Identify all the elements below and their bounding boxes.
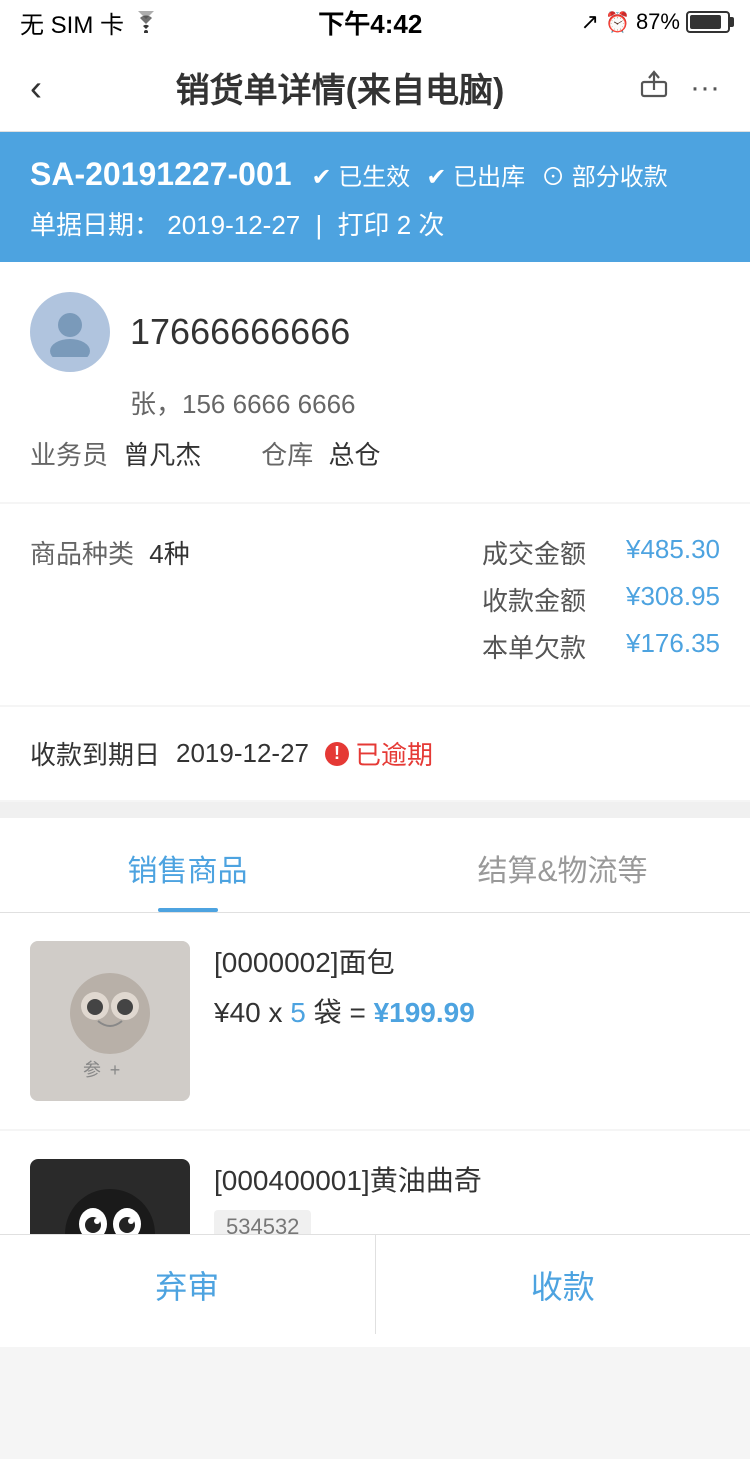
location-icon: ↗ <box>581 9 599 35</box>
alarm-icon: ⏰ <box>605 10 630 35</box>
page-title: 销货单详情(来自电脑) <box>176 63 505 112</box>
order-header: SA-20191227-001 ✔ 已生效 ✔ 已出库 ⊙ 部分收款 单据日期：… <box>0 132 750 262</box>
staff-info: 业务员 曾凡杰 <box>30 435 201 472</box>
customer-section: 17666666666 张，156 6666 6666 业务员 曾凡杰 仓库 总… <box>0 262 750 502</box>
amount-stats: 成交金额 ¥485.30 收款金额 ¥308.95 本单欠款 ¥176.35 <box>482 534 720 675</box>
cancel-button[interactable]: 弃审 <box>0 1235 376 1334</box>
back-button[interactable]: ‹ <box>30 67 42 109</box>
section-divider <box>0 802 750 818</box>
customer-phone: 17666666666 <box>130 311 350 353</box>
product-code-bread: [0000002]面包 <box>214 941 720 981</box>
wifi-icon <box>132 11 160 33</box>
product-price-bread: ¥40 x 5 袋 = ¥199.99 <box>214 991 720 1031</box>
confirm-button[interactable]: 收款 <box>376 1235 750 1334</box>
badge-shipped: ✔ 已出库 <box>426 157 525 192</box>
order-id: SA-20191227-001 <box>30 156 292 193</box>
overdue-badge: ! 已逾期 <box>325 735 433 772</box>
status-right: ↗ ⏰ 87% <box>581 9 730 35</box>
share-button[interactable] <box>638 68 670 108</box>
nav-actions: ··· <box>638 68 720 108</box>
deal-amount-row: 成交金额 ¥485.30 <box>482 534 720 571</box>
customer-meta: 业务员 曾凡杰 仓库 总仓 <box>30 435 720 472</box>
svg-text:+: + <box>110 1060 121 1080</box>
overdue-icon: ! <box>325 742 349 766</box>
received-row: 收款金额 ¥308.95 <box>482 581 720 618</box>
debt-amount: ¥176.35 <box>626 628 720 665</box>
debt-row: 本单欠款 ¥176.35 <box>482 628 720 665</box>
tab-settlement[interactable]: 结算&物流等 <box>375 818 750 912</box>
product-image-bread: 参 + <box>30 941 190 1101</box>
order-badges: ✔ 已生效 ✔ 已出库 ⊙ 部分收款 <box>312 157 668 192</box>
status-carrier: 无 SIM 卡 <box>20 5 160 40</box>
battery-icon <box>686 11 730 33</box>
deal-amount: ¥485.30 <box>626 534 720 571</box>
customer-name: 张，156 6666 6666 <box>130 384 720 421</box>
status-time: 下午4:42 <box>318 4 422 41</box>
status-bar: 无 SIM 卡 下午4:42 ↗ ⏰ 87% <box>0 0 750 44</box>
badge-effective: ✔ 已生效 <box>312 157 411 192</box>
stats-section: 商品种类 4种 成交金额 ¥485.30 收款金额 ¥308.95 本单欠款 ¥… <box>0 504 750 705</box>
battery-percent: 87% <box>636 9 680 35</box>
more-button[interactable]: ··· <box>690 71 720 105</box>
svg-text:参: 参 <box>83 1060 101 1080</box>
tab-sales-products[interactable]: 销售商品 <box>0 818 375 912</box>
received-amount: ¥308.95 <box>626 581 720 618</box>
due-section: 收款到期日 2019-12-27 ! 已逾期 <box>0 707 750 800</box>
list-item: 参 + [0000002]面包 ¥40 x 5 袋 = ¥199.99 <box>0 913 750 1129</box>
bottom-bar: 弃审 收款 <box>0 1234 750 1334</box>
order-date: 单据日期： 2019-12-27 | 打印 2 次 <box>30 205 720 242</box>
customer-row: 17666666666 <box>30 292 720 372</box>
product-code-cookie: [000400001]黄油曲奇 <box>214 1159 720 1199</box>
warehouse-info: 仓库 总仓 <box>261 435 380 472</box>
product-info-bread: [0000002]面包 ¥40 x 5 袋 = ¥199.99 <box>214 941 720 1031</box>
badge-partial: ⊙ 部分收款 <box>541 157 668 192</box>
product-count: 商品种类 4种 <box>30 534 190 675</box>
avatar <box>30 292 110 372</box>
nav-bar: ‹ 销货单详情(来自电脑) ··· <box>0 44 750 132</box>
tabs: 销售商品 结算&物流等 <box>0 818 750 913</box>
